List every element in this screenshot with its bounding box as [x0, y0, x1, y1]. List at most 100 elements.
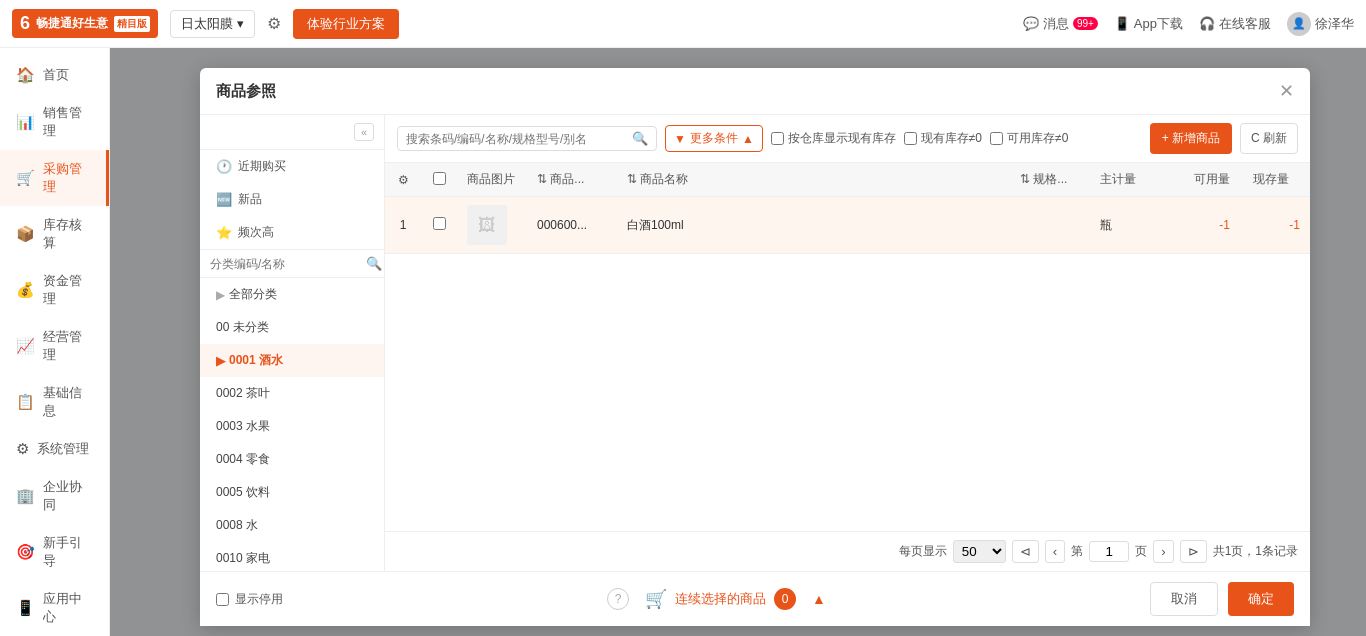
category-search-input[interactable] [210, 257, 360, 271]
modal-body: « 🕐 近期购买 🆕 新品 ⭐ [200, 115, 1310, 571]
confirm-button[interactable]: 确定 [1228, 582, 1294, 616]
sidebar-item-apps[interactable]: 📱 应用中心 [0, 580, 109, 636]
refresh-button[interactable]: C 刷新 [1240, 123, 1298, 154]
quicklink-recent[interactable]: 🕐 近期购买 [200, 150, 384, 183]
sidebar-item-enterprise[interactable]: 🏢 企业协同 [0, 468, 109, 524]
quicklink-frequent[interactable]: ⭐ 频次高 [200, 216, 384, 249]
display-stopped-label[interactable]: 显示停用 [216, 591, 283, 608]
row-check[interactable] [421, 197, 457, 254]
sidebar-item-basic[interactable]: 📋 基础信息 [0, 374, 109, 430]
logo-badge: 精目版 [114, 16, 150, 32]
checkbox-warehouse[interactable]: 按仓库显示现有库存 [771, 130, 896, 147]
filter-button[interactable]: ▼ 更多条件 ▲ [665, 125, 763, 152]
app-download-item[interactable]: 📱 App下载 [1114, 15, 1183, 33]
select-all-checkbox[interactable] [433, 172, 446, 185]
search-input[interactable] [406, 132, 628, 146]
last-page-button[interactable]: ⊳ [1180, 540, 1207, 563]
checkbox-nonzero-avail-input[interactable] [990, 132, 1003, 145]
logo-text: 畅捷通好生意 [36, 15, 108, 32]
sidebar: 🏠 首页 📊 销售管理 🛒 采购管理 📦 库存核算 💰 资金管理 📈 经营管理 … [0, 48, 110, 636]
gear-button[interactable]: ⚙ [267, 14, 281, 33]
sidebar-item-guide[interactable]: 🎯 新手引导 [0, 524, 109, 580]
user-item[interactable]: 👤 徐泽华 [1287, 12, 1354, 36]
settings-icon[interactable]: ⚙ [398, 173, 409, 187]
col-header-img: 商品图片 [457, 163, 527, 197]
message-icon: 💬 [1023, 16, 1039, 31]
store-dropdown[interactable]: 日太阳膜 ▾ [170, 10, 255, 38]
cat-item-0008[interactable]: 0008 水 [200, 509, 384, 542]
arrow-icon: ▶ [216, 288, 225, 302]
product-table-wrap: ⚙ 商品图片 ⇅ [385, 163, 1310, 531]
cat-item-0001[interactable]: ▶ 0001 酒水 [200, 344, 384, 377]
filter-icon: ▼ [674, 132, 686, 146]
sidebar-item-home[interactable]: 🏠 首页 [0, 56, 109, 94]
quicklinks: 🕐 近期购买 🆕 新品 ⭐ 频次高 [200, 150, 384, 250]
display-stopped-checkbox[interactable] [216, 593, 229, 606]
star-icon: ⭐ [216, 225, 232, 240]
checkbox-nonzero-avail[interactable]: 可用库存≠0 [990, 130, 1068, 147]
sidebar-item-label: 应用中心 [43, 590, 93, 626]
checkbox-warehouse-input[interactable] [771, 132, 784, 145]
sidebar-item-system[interactable]: ⚙ 系统管理 [0, 430, 109, 468]
service-item[interactable]: 🎧 在线客服 [1199, 15, 1271, 33]
top-nav: 6 畅捷通好生意 精目版 日太阳膜 ▾ ⚙ 体验行业方案 💬 消息 99+ 📱 … [0, 0, 1366, 48]
table-row[interactable]: 1 🖼 [385, 197, 1310, 254]
cat-item-0003[interactable]: 0003 水果 [200, 410, 384, 443]
messages-badge: 99+ [1073, 17, 1098, 30]
sidebar-item-label: 基础信息 [43, 384, 93, 420]
total-info: 共1页，1条记录 [1213, 543, 1298, 560]
col-header-stock: 现存量 [1240, 163, 1310, 197]
cat-item-all[interactable]: ▶ 全部分类 [200, 278, 384, 311]
row-checkbox[interactable] [433, 217, 446, 230]
trial-button[interactable]: 体验行业方案 [293, 9, 399, 39]
cat-item-0002[interactable]: 0002 茶叶 [200, 377, 384, 410]
sidebar-item-label: 资金管理 [43, 272, 93, 308]
collapse-cart-button[interactable]: ▲ [812, 591, 826, 607]
messages-item[interactable]: 💬 消息 99+ [1023, 15, 1098, 33]
sidebar-item-label: 库存核算 [43, 216, 93, 252]
col-header-code[interactable]: ⇅ 商品... [527, 163, 617, 197]
page-number-input[interactable] [1089, 541, 1129, 562]
cancel-button[interactable]: 取消 [1150, 582, 1218, 616]
next-page-button[interactable]: › [1153, 540, 1173, 563]
sidebar-item-sales[interactable]: 📊 销售管理 [0, 94, 109, 150]
col-header-unit[interactable]: 主计量 [1090, 163, 1160, 197]
logo: 6 畅捷通好生意 精目版 [12, 9, 158, 38]
col-header-name[interactable]: ⇅ 商品名称 [617, 163, 1010, 197]
sidebar-item-operations[interactable]: 📈 经营管理 [0, 318, 109, 374]
modal-close-button[interactable]: ✕ [1279, 80, 1294, 102]
quicklink-new[interactable]: 🆕 新品 [200, 183, 384, 216]
pagination: 每页显示 50 100 200 ⊲ ‹ 第 页 › ⊳ 共1页，1条记 [385, 531, 1310, 571]
sidebar-item-label: 首页 [43, 66, 69, 84]
sidebar-item-inventory[interactable]: 📦 库存核算 [0, 206, 109, 262]
col-header-settings: ⚙ [385, 163, 421, 197]
col-header-spec[interactable]: ⇅ 规格... [1010, 163, 1090, 197]
first-page-button[interactable]: ⊲ [1012, 540, 1039, 563]
home-icon: 🏠 [16, 66, 35, 84]
ops-icon: 📈 [16, 337, 35, 355]
add-product-button[interactable]: + 新增商品 [1150, 123, 1232, 154]
sidebar-item-label: 企业协同 [43, 478, 93, 514]
cat-item-0004[interactable]: 0004 零食 [200, 443, 384, 476]
collapse-button[interactable]: « [354, 123, 374, 141]
action-buttons: + 新增商品 C 刷新 [1150, 123, 1298, 154]
cat-item-00[interactable]: 00 未分类 [200, 311, 384, 344]
sidebar-item-purchase[interactable]: 🛒 采购管理 [0, 150, 109, 206]
right-panel: 🔍 ▼ 更多条件 ▲ 按仓库显示现有库存 [385, 115, 1310, 571]
row-avail: -1 [1160, 197, 1240, 254]
chevron-up-icon: ▲ [742, 132, 754, 146]
cat-item-0010[interactable]: 0010 家电 [200, 542, 384, 571]
checkbox-nonzero-stock[interactable]: 现有库存≠0 [904, 130, 982, 147]
prev-page-button[interactable]: ‹ [1045, 540, 1065, 563]
category-top: « [200, 115, 384, 150]
sidebar-item-finance[interactable]: 💰 资金管理 [0, 262, 109, 318]
page-label: 第 [1071, 543, 1083, 560]
cart-area[interactable]: 🛒 连续选择的商品 0 [645, 588, 796, 610]
checkbox-nonzero-stock-input[interactable] [904, 132, 917, 145]
category-panel: « 🕐 近期购买 🆕 新品 ⭐ [200, 115, 385, 571]
per-page-select[interactable]: 50 100 200 [953, 540, 1006, 563]
row-num: 1 [385, 197, 421, 254]
row-name: 白酒100ml [617, 197, 1010, 254]
cat-item-0005[interactable]: 0005 饮料 [200, 476, 384, 509]
help-button[interactable]: ? [607, 588, 629, 610]
